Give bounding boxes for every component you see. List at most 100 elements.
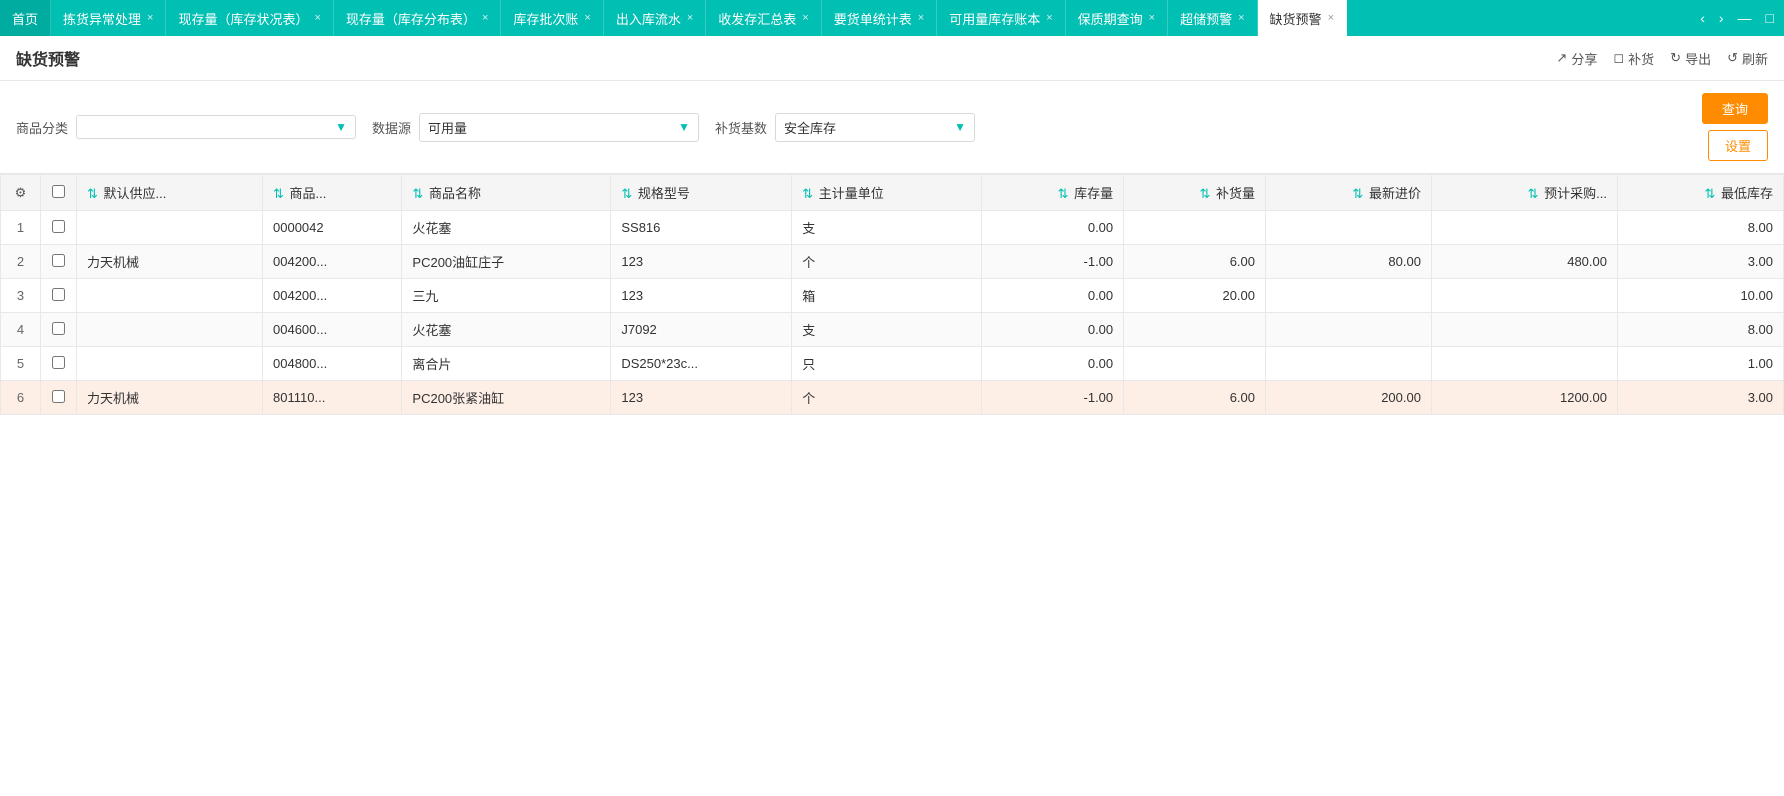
- tab-picking-exception[interactable]: 拣货异常处理 ×: [51, 0, 166, 36]
- table-row[interactable]: 4 004600... 火花塞 J7092 支 0.00 8.00: [1, 313, 1784, 347]
- row-min-stock: 8.00: [1617, 211, 1783, 245]
- row-est-purchase: [1431, 313, 1617, 347]
- tab-minimize-icon[interactable]: —: [1732, 6, 1758, 30]
- tab-batch-account[interactable]: 库存批次账 ×: [501, 0, 603, 36]
- row-checkbox[interactable]: [52, 288, 65, 301]
- tab-label: 超储预警: [1180, 9, 1232, 28]
- row-unit: 支: [792, 211, 982, 245]
- row-checkbox[interactable]: [52, 390, 65, 403]
- close-icon[interactable]: ×: [314, 12, 320, 24]
- gear-icon[interactable]: ⚙: [15, 185, 27, 200]
- row-stock: 0.00: [982, 279, 1124, 313]
- row-number: 3: [1, 279, 41, 313]
- tab-shortage-warning[interactable]: 缺货预警 ×: [1258, 0, 1347, 36]
- row-checkbox-cell: [41, 313, 77, 347]
- th-code-label: 商品...: [290, 186, 327, 201]
- row-checkbox-cell: [41, 279, 77, 313]
- replenish-label: 补货: [1628, 49, 1654, 68]
- datasource-select[interactable]: 可用量 ▼: [419, 113, 699, 142]
- row-stock: -1.00: [982, 381, 1124, 415]
- row-stock: -1.00: [982, 245, 1124, 279]
- filter-bar: 商品分类 ▼ 数据源 可用量 ▼ 补货基数 安全库存 ▼ 查询 设置: [0, 81, 1784, 174]
- tab-label: 收发存汇总表: [718, 9, 796, 28]
- row-supplier: 力天机械: [77, 245, 263, 279]
- export-label: 导出: [1685, 49, 1711, 68]
- th-stock: ⇅ 库存量: [982, 175, 1124, 211]
- refresh-label: 刷新: [1742, 49, 1768, 68]
- row-stock: 0.00: [982, 313, 1124, 347]
- close-icon[interactable]: ×: [802, 12, 808, 24]
- tab-available-account[interactable]: 可用量库存账本 ×: [937, 0, 1065, 36]
- th-supplier: ⇅ 默认供应...: [77, 175, 263, 211]
- row-checkbox[interactable]: [52, 254, 65, 267]
- filter-right-buttons: 查询 设置: [1702, 93, 1768, 161]
- close-icon[interactable]: ×: [584, 12, 590, 24]
- tab-navigation: ‹ › — □: [1690, 6, 1784, 30]
- tab-next-icon[interactable]: ›: [1713, 6, 1730, 30]
- th-est-purchase: ⇅ 预计采购...: [1431, 175, 1617, 211]
- row-latest-price: [1266, 279, 1432, 313]
- tab-label: 现存量（库存状况表）: [178, 9, 308, 28]
- export-button[interactable]: ↻ 导出: [1670, 49, 1711, 68]
- close-icon[interactable]: ×: [1149, 12, 1155, 24]
- table-row[interactable]: 5 004800... 离合片 DS250*23c... 只 0.00 1.00: [1, 347, 1784, 381]
- tab-inout-flow[interactable]: 出入库流水 ×: [604, 0, 706, 36]
- sort-icon: ⇅: [273, 186, 284, 201]
- row-spec: J7092: [611, 313, 792, 347]
- row-stock: 0.00: [982, 211, 1124, 245]
- tab-receipt-summary[interactable]: 收发存汇总表 ×: [706, 0, 821, 36]
- close-icon[interactable]: ×: [918, 12, 924, 24]
- category-select[interactable]: ▼: [76, 115, 356, 139]
- row-checkbox[interactable]: [52, 356, 65, 369]
- tab-expiry-query[interactable]: 保质期查询 ×: [1066, 0, 1168, 36]
- chevron-down-icon: ▼: [678, 120, 690, 134]
- tab-requisition-stats[interactable]: 要货单统计表 ×: [822, 0, 937, 36]
- datasource-filter-label: 数据源: [372, 118, 411, 137]
- tab-current-stock-status[interactable]: 现存量（库存状况表） ×: [166, 0, 333, 36]
- query-button[interactable]: 查询: [1702, 93, 1768, 124]
- row-replenish: [1124, 211, 1266, 245]
- tab-maximize-icon[interactable]: □: [1760, 6, 1780, 30]
- th-latest-price: ⇅ 最新进价: [1266, 175, 1432, 211]
- th-min-stock: ⇅ 最低库存: [1617, 175, 1783, 211]
- row-supplier: [77, 347, 263, 381]
- table-row[interactable]: 1 0000042 火花塞 SS816 支 0.00 8.00: [1, 211, 1784, 245]
- th-gear: ⚙: [1, 175, 41, 211]
- row-min-stock: 1.00: [1617, 347, 1783, 381]
- table-row[interactable]: 3 004200... 三九 123 箱 0.00 20.00 10.00: [1, 279, 1784, 313]
- row-code: 801110...: [263, 381, 402, 415]
- close-icon[interactable]: ×: [1328, 12, 1334, 24]
- row-unit: 支: [792, 313, 982, 347]
- tab-current-stock-dist[interactable]: 现存量（库存分布表） ×: [334, 0, 501, 36]
- settings-button[interactable]: 设置: [1708, 130, 1768, 161]
- replenish-select[interactable]: 安全库存 ▼: [775, 113, 975, 142]
- replenish-button[interactable]: ◻ 补货: [1613, 49, 1654, 68]
- refresh-button[interactable]: ↺ 刷新: [1727, 49, 1768, 68]
- row-name: 离合片: [402, 347, 611, 381]
- close-icon[interactable]: ×: [482, 12, 488, 24]
- table-row[interactable]: 2 力天机械 004200... PC200油缸庄子 123 个 -1.00 6…: [1, 245, 1784, 279]
- header-actions: ↗ 分享 ◻ 补货 ↻ 导出 ↺ 刷新: [1556, 49, 1768, 68]
- row-checkbox[interactable]: [52, 322, 65, 335]
- th-spec: ⇅ 规格型号: [611, 175, 792, 211]
- row-replenish: [1124, 313, 1266, 347]
- tab-label: 出入库流水: [616, 9, 681, 28]
- tab-homepage[interactable]: 首页: [0, 0, 51, 36]
- share-button[interactable]: ↗ 分享: [1556, 49, 1597, 68]
- tab-overstock-warning[interactable]: 超储预警 ×: [1168, 0, 1257, 36]
- th-replenish-label: 补货量: [1216, 186, 1255, 201]
- row-checkbox[interactable]: [52, 220, 65, 233]
- row-unit: 只: [792, 347, 982, 381]
- sort-icon: ⇅: [412, 186, 423, 201]
- table-row[interactable]: 6 力天机械 801110... PC200张紧油缸 123 个 -1.00 6…: [1, 381, 1784, 415]
- sort-icon: ⇅: [1528, 186, 1539, 201]
- tab-label: 现存量（库存分布表）: [346, 9, 476, 28]
- select-all-checkbox[interactable]: [52, 185, 65, 198]
- close-icon[interactable]: ×: [147, 12, 153, 24]
- tab-prev-icon[interactable]: ‹: [1694, 6, 1711, 30]
- close-icon[interactable]: ×: [1046, 12, 1052, 24]
- close-icon[interactable]: ×: [687, 12, 693, 24]
- th-code: ⇅ 商品...: [263, 175, 402, 211]
- close-icon[interactable]: ×: [1238, 12, 1244, 24]
- row-checkbox-cell: [41, 381, 77, 415]
